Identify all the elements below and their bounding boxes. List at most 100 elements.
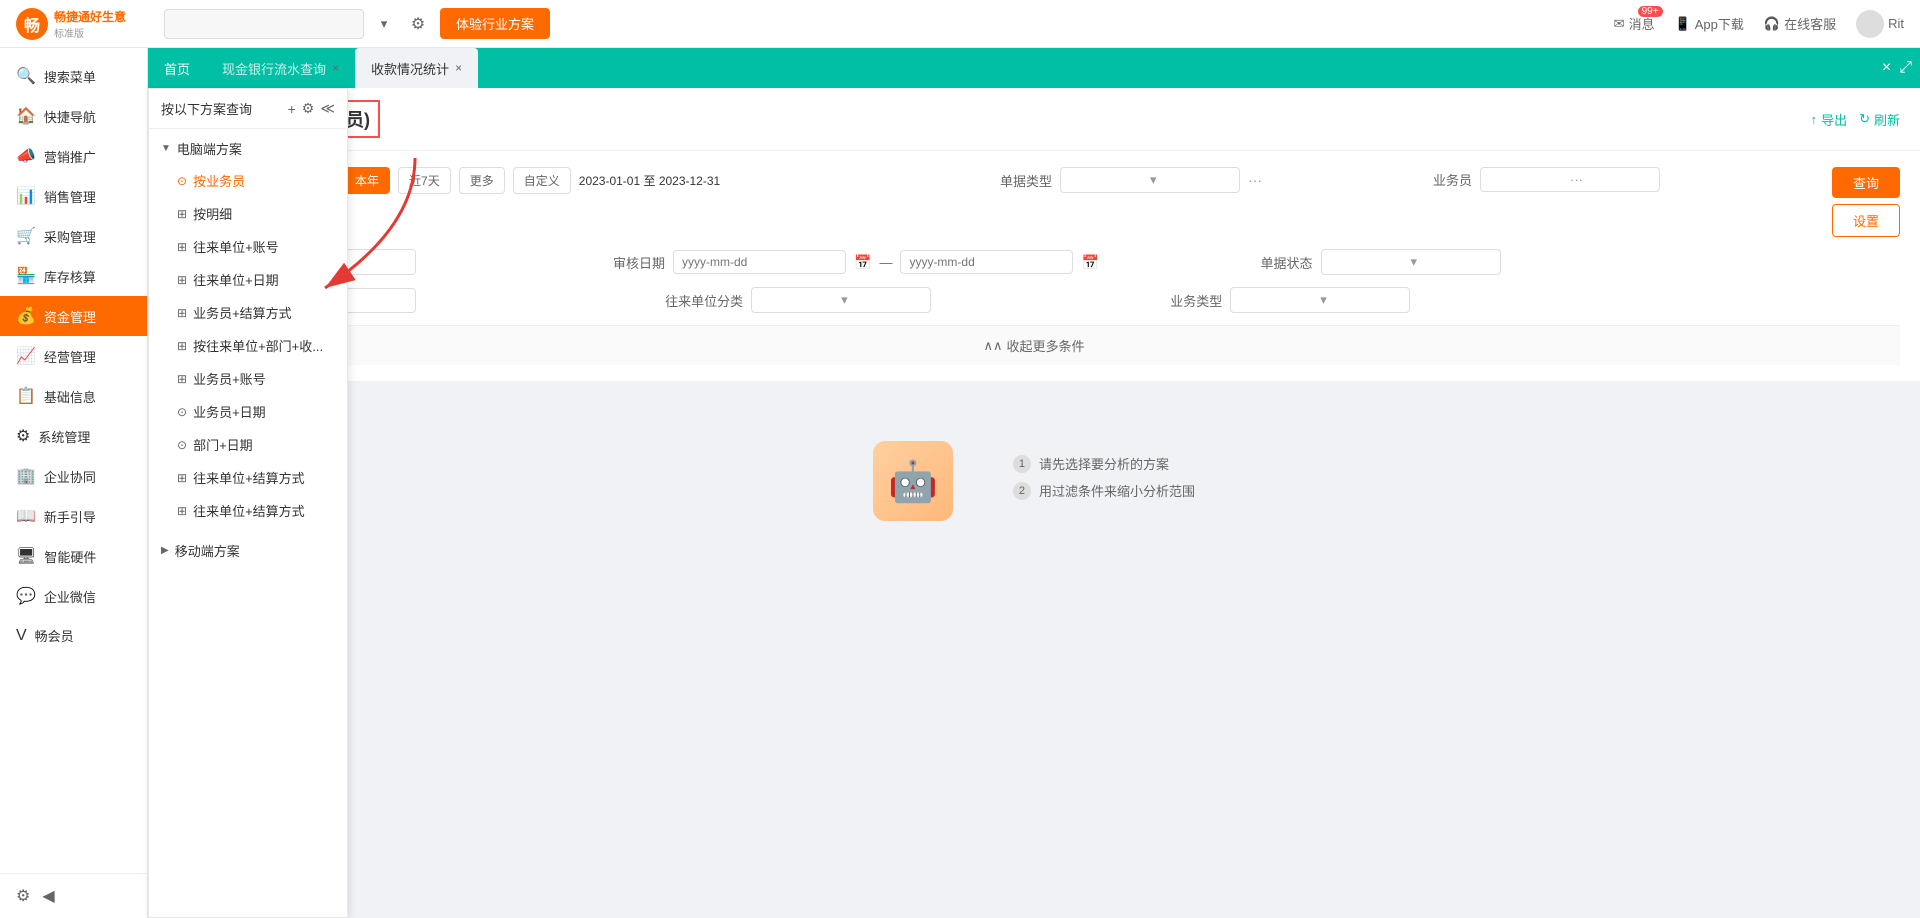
sidebar: 🔍 搜索菜单 🏠 快捷导航 📣 营销推广 📊 销售管理 🛒 采购管理 🏪 <box>0 48 148 918</box>
scheme-group-mobile-title[interactable]: ▶ 移动端方案 <box>149 535 347 566</box>
panel-header-actions: + ⚙ ≪ <box>288 100 335 117</box>
date-btn-custom[interactable]: 自定义 <box>513 167 571 194</box>
calendar-start-icon[interactable]: 📅 <box>854 254 871 271</box>
scheme-item-unit-date[interactable]: ⊞ 往来单位+日期 <box>149 263 347 296</box>
basicinfo-icon: 📋 <box>16 386 36 406</box>
sidebar-item-hardware[interactable]: 🖥 智能硬件 <box>0 536 147 576</box>
date-btn-7days[interactable]: 近7天 <box>398 167 451 194</box>
scheme-item-salesperson-payment[interactable]: ⊞ 业务员+结算方式 <box>149 296 347 329</box>
unit-payment1-icon: ⊞ <box>177 471 187 485</box>
sidebar-item-basicinfo[interactable]: 📋 基础信息 <box>0 376 147 416</box>
settings-bottom-button[interactable]: ⚙ <box>16 886 30 906</box>
sidebar-item-operations[interactable]: 📈 经营管理 <box>0 336 147 376</box>
review-date-start-input[interactable] <box>673 250 846 274</box>
doc-status-label: 单据状态 <box>1253 253 1313 272</box>
biz-type-select[interactable]: ▾ <box>1230 287 1410 313</box>
tab-close-collection-stats[interactable]: × <box>455 61 462 75</box>
scheme-item-unit-account[interactable]: ⊞ 往来单位+账号 <box>149 230 347 263</box>
sidebar-item-finance[interactable]: 💰 资金管理 <box>0 296 147 336</box>
tab-bank-flow[interactable]: 现金银行流水查询 × <box>206 48 355 88</box>
sidebar-item-system[interactable]: ⚙ 系统管理 <box>0 416 147 456</box>
scheme-item-by-detail[interactable]: ⊞ 按明细 <box>149 197 347 230</box>
collapse-panel-button[interactable]: ≪ <box>320 100 335 117</box>
calendar-end-icon[interactable]: 📅 <box>1081 254 1098 271</box>
empty-state: 🤖 1 请先选择要分析的方案 2 用过滤条件来缩小分析范围 <box>148 381 1920 581</box>
doctype-select[interactable]: ▾ <box>1060 167 1240 193</box>
header-center: ▾ ⚙ 体验行业方案 <box>164 8 1614 39</box>
sidebar-item-member[interactable]: V 畅会员 <box>0 616 147 655</box>
empty-steps: 1 请先选择要分析的方案 2 用过滤条件来缩小分析范围 <box>1013 454 1195 508</box>
partner-category-label: 往来单位分类 <box>665 291 743 310</box>
sidebar-item-inventory[interactable]: 🏪 库存核算 <box>0 256 147 296</box>
doctype-arrow-icon: ▾ <box>1150 172 1231 188</box>
sidebar-item-newuser[interactable]: 📖 新手引导 <box>0 496 147 536</box>
collapse-bar[interactable]: ∧∧ 收起更多条件 <box>168 325 1900 365</box>
enterprise-icon: 🏢 <box>16 466 36 486</box>
salesperson-account-icon: ⊞ <box>177 372 187 386</box>
tab-close-bank-flow[interactable]: × <box>332 61 339 75</box>
scheme-item-salesperson-account[interactable]: ⊞ 业务员+账号 <box>149 362 347 395</box>
unit-dept-icon: ⊞ <box>177 339 187 353</box>
logo-text: 畅捷通好生意 标准版 <box>54 8 126 40</box>
tab-collection-stats[interactable]: 收款情况统计 × <box>355 48 478 88</box>
user-info[interactable]: Rit <box>1856 10 1904 38</box>
collapse-icon: ∧∧ <box>983 338 1002 354</box>
group-expand-icon: ▼ <box>161 143 171 154</box>
collapse-sidebar-button[interactable]: ◀ <box>42 886 54 906</box>
export-button[interactable]: ↑ 导出 <box>1811 110 1848 129</box>
mobile-group-expand-icon: ▶ <box>161 545 169 556</box>
sidebar-item-purchase[interactable]: 🛒 采购管理 <box>0 216 147 256</box>
sidebar-item-search[interactable]: 🔍 搜索菜单 <box>0 56 147 96</box>
scheme-active-icon: ⊙ <box>177 174 187 188</box>
query-button[interactable]: 查询 <box>1832 167 1900 198</box>
add-scheme-button[interactable]: + <box>288 100 296 117</box>
date-btn-this-year[interactable]: 本年 <box>344 167 390 194</box>
empty-step-1: 1 请先选择要分析的方案 <box>1013 454 1195 473</box>
filter-actions: 查询 设置 <box>1832 167 1900 237</box>
salesperson-select[interactable]: ··· <box>1480 167 1660 192</box>
sidebar-item-sales[interactable]: 📊 销售管理 <box>0 176 147 216</box>
online-service-item[interactable]: 🎧 在线客服 <box>1764 14 1836 33</box>
sidebar-item-quicknav[interactable]: 🏠 快捷导航 <box>0 96 147 136</box>
search-icon: 🔍 <box>16 66 36 86</box>
scheme-group-mobile: ▶ 移动端方案 <box>149 531 347 570</box>
partner-category-select[interactable]: ▾ <box>751 287 931 313</box>
sidebar-item-enterprise[interactable]: 🏢 企业协同 <box>0 456 147 496</box>
scheme-item-dept-date[interactable]: ⊙ 部门+日期 <box>149 428 347 461</box>
salesperson-label: 业务员 <box>1412 170 1472 189</box>
close-all-tabs-button[interactable]: × <box>1882 59 1891 77</box>
detail-icon: ⊞ <box>177 207 187 221</box>
scheme-item-by-salesperson[interactable]: ⊙ 按业务员 <box>149 164 347 197</box>
doctype-label: 单据类型 <box>992 171 1052 190</box>
doctype-ellipsis-button[interactable]: ··· <box>1248 172 1262 188</box>
review-date-end-input[interactable] <box>900 250 1073 274</box>
sales-icon: 📊 <box>16 186 36 206</box>
operations-icon: 📈 <box>16 346 36 366</box>
scheme-item-unit-payment1[interactable]: ⊞ 往来单位+结算方式 <box>149 461 347 494</box>
sidebar-item-marketing[interactable]: 📣 营销推广 <box>0 136 147 176</box>
settings-button[interactable]: 设置 <box>1832 204 1900 237</box>
scheme-item-salesperson-date[interactable]: ⊙ 业务员+日期 <box>149 395 347 428</box>
scheme-group-desktop-title[interactable]: ▼ 电脑端方案 <box>149 133 347 164</box>
logo-icon: 畅 <box>16 8 48 40</box>
quicknav-icon: 🏠 <box>16 106 36 126</box>
message-icon: ✉ <box>1614 16 1625 32</box>
manage-scheme-button[interactable]: ⚙ <box>302 100 315 117</box>
fullscreen-button[interactable]: ⤢ <box>1899 59 1912 77</box>
gear-button[interactable]: ⚙ <box>404 10 432 38</box>
refresh-button[interactable]: ↻ 刷新 <box>1859 110 1900 129</box>
messages-item[interactable]: ✉ 消息 99+ <box>1614 14 1655 33</box>
page-header: 收款情况统计(按业务员) ↑ 导出 ↻ 刷新 <box>148 88 1920 151</box>
scheme-item-unit-dept-collection[interactable]: ⊞ 按往来单位+部门+收... <box>149 329 347 362</box>
trial-button[interactable]: 体验行业方案 <box>440 8 550 39</box>
scheme-item-unit-payment2[interactable]: ⊞ 往来单位+结算方式 <box>149 494 347 527</box>
search-input[interactable] <box>164 9 364 39</box>
date-btn-more[interactable]: 更多 <box>459 167 505 194</box>
doc-status-select[interactable]: ▾ <box>1321 249 1501 275</box>
review-date-label: 审核日期 <box>605 253 665 272</box>
tab-home[interactable]: 首页 <box>148 48 206 88</box>
inventory-icon: 🏪 <box>16 266 36 286</box>
dropdown-arrow-icon[interactable]: ▾ <box>372 12 396 36</box>
app-download-item[interactable]: 📱 App下载 <box>1675 14 1744 33</box>
sidebar-item-wechat[interactable]: 💬 企业微信 <box>0 576 147 616</box>
